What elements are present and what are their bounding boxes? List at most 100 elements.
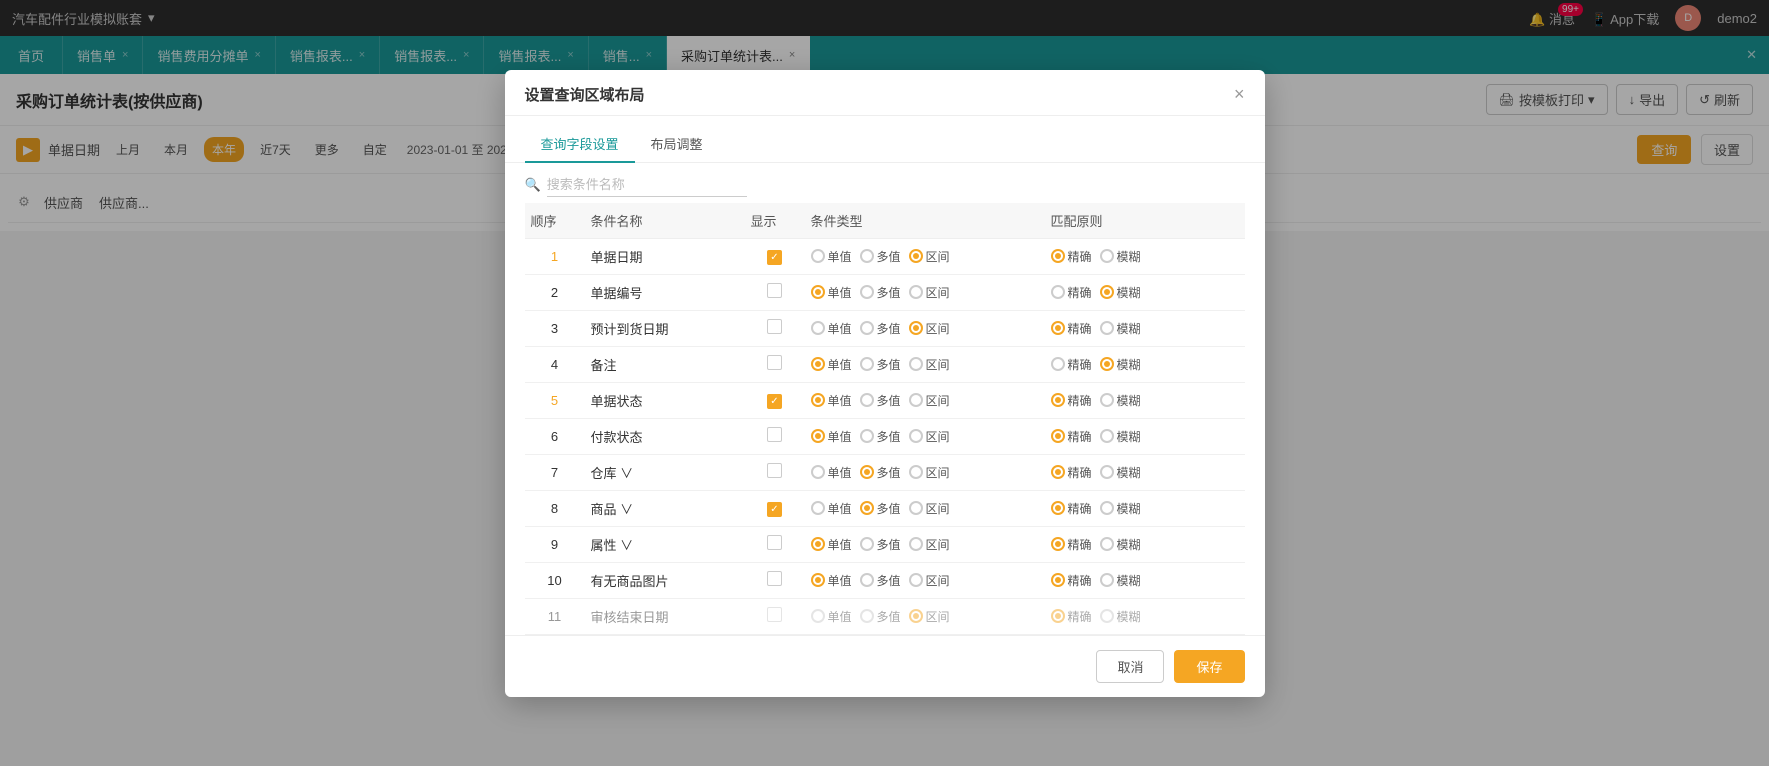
row-name: 商品 ∨ (585, 490, 745, 526)
modal-tab-query-fields[interactable]: 查询字段设置 (525, 126, 635, 163)
row-match-exact[interactable]: 精确 (1051, 464, 1092, 481)
row-type-single[interactable]: 单值 (811, 464, 852, 481)
row-type-range[interactable]: 区间 (909, 356, 950, 373)
row-match-exact[interactable]: 精确 (1051, 536, 1092, 553)
row-type-single[interactable]: 单值 (811, 500, 852, 517)
row-match-exact[interactable]: 精确 (1051, 284, 1092, 301)
row-type-single[interactable]: 单值 (811, 608, 852, 625)
modal-search-input[interactable] (547, 173, 747, 197)
row-display-cell (745, 310, 805, 346)
row-display-checkbox[interactable] (767, 463, 782, 478)
row-type-single[interactable]: 单值 (811, 536, 852, 553)
row-display-cell (745, 454, 805, 490)
row-match-fuzzy[interactable]: 模糊 (1100, 356, 1141, 373)
row-type-multi[interactable]: 多值 (860, 248, 901, 265)
modal-table-row: 3预计到货日期单值多值区间精确模糊 (525, 310, 1245, 346)
modal-table-row: 7仓库 ∨ 单值多值区间 精确模糊 (525, 454, 1245, 490)
modal-table-header-row: 顺序 条件名称 显示 条件类型 匹配原则 (525, 203, 1245, 239)
row-type-range[interactable]: 区间 (909, 392, 950, 409)
row-match-exact[interactable]: 精确 (1051, 500, 1092, 517)
row-match-rule: 精确模糊 (1045, 454, 1245, 490)
row-match-exact[interactable]: 精确 (1051, 392, 1092, 409)
row-type-range[interactable]: 区间 (909, 428, 950, 445)
row-display-checkbox[interactable] (767, 355, 782, 370)
row-match-exact[interactable]: 精确 (1051, 248, 1092, 265)
row-type-range[interactable]: 区间 (909, 608, 950, 625)
row-type-multi[interactable]: 多值 (860, 572, 901, 589)
modal-table-row: 9属性 ∨单值多值区间精确模糊 (525, 526, 1245, 562)
row-type-range[interactable]: 区间 (909, 536, 950, 553)
row-display-checkbox[interactable] (767, 535, 782, 550)
row-type-single[interactable]: 单值 (811, 572, 852, 589)
modal-close-button[interactable]: × (1234, 85, 1245, 103)
row-condition-type: 单值多值区间 (805, 310, 1045, 346)
row-condition-type: 单值多值区间 (805, 274, 1045, 310)
row-match-fuzzy[interactable]: 模糊 (1100, 320, 1141, 337)
row-match-rule: 精确模糊 (1045, 238, 1245, 274)
row-type-single[interactable]: 单值 (811, 284, 852, 301)
row-name: 审核结束日期 (585, 598, 745, 634)
modal-title: 设置查询区域布局 (525, 84, 645, 105)
modal-table-row: 11审核结束日期单值多值区间精确模糊 (525, 598, 1245, 634)
row-display-checkbox[interactable] (767, 571, 782, 586)
row-display-checkbox[interactable] (767, 427, 782, 442)
modal-table-row: 2单据编号单值多值区间精确模糊 (525, 274, 1245, 310)
row-type-range[interactable]: 区间 (909, 500, 950, 517)
row-name: 单据日期 (585, 238, 745, 274)
row-match-fuzzy[interactable]: 模糊 (1100, 284, 1141, 301)
row-match-fuzzy[interactable]: 模糊 (1100, 248, 1141, 265)
row-type-multi[interactable]: 多值 (860, 536, 901, 553)
row-type-multi[interactable]: 多值 (860, 284, 901, 301)
row-name: 备注 (585, 346, 745, 382)
col-name: 条件名称 (585, 203, 745, 239)
row-type-multi[interactable]: 多值 (860, 392, 901, 409)
row-match-fuzzy[interactable]: 模糊 (1100, 500, 1141, 517)
row-display-checkbox[interactable]: ✓ (767, 394, 782, 409)
modal-table-row: 5单据状态✓单值多值区间精确模糊 (525, 382, 1245, 418)
row-type-single[interactable]: 单值 (811, 392, 852, 409)
row-display-checkbox[interactable]: ✓ (767, 502, 782, 517)
row-type-range[interactable]: 区间 (909, 284, 950, 301)
row-type-single[interactable]: 单值 (811, 320, 852, 337)
row-match-exact[interactable]: 精确 (1051, 320, 1092, 337)
row-display-checkbox[interactable] (767, 283, 782, 298)
row-type-multi[interactable]: 多值 (860, 428, 901, 445)
row-match-fuzzy[interactable]: 模糊 (1100, 608, 1141, 625)
row-match-rule: 精确模糊 (1045, 598, 1245, 634)
row-match-exact[interactable]: 精确 (1051, 608, 1092, 625)
row-match-fuzzy[interactable]: 模糊 (1100, 464, 1141, 481)
row-condition-type: 单值多值区间 (805, 490, 1045, 526)
modal-overlay: 设置查询区域布局 × 查询字段设置 布局调整 🔍 顺序 条件名称 (0, 0, 1769, 766)
row-match-exact[interactable]: 精确 (1051, 428, 1092, 445)
row-condition-type: 单值多值区间 (805, 562, 1045, 598)
row-match-fuzzy[interactable]: 模糊 (1100, 428, 1141, 445)
row-type-single[interactable]: 单值 (811, 356, 852, 373)
row-display-checkbox[interactable] (767, 319, 782, 334)
row-type-multi[interactable]: 多值 (860, 320, 901, 337)
row-display-checkbox[interactable]: ✓ (767, 250, 782, 265)
row-match-exact[interactable]: 精确 (1051, 572, 1092, 589)
row-type-multi[interactable]: 多值 (860, 608, 901, 625)
cancel-button[interactable]: 取消 (1096, 650, 1164, 683)
save-button[interactable]: 保存 (1174, 650, 1244, 683)
row-type-range[interactable]: 区间 (909, 248, 950, 265)
modal-tab-layout-adjust[interactable]: 布局调整 (635, 126, 719, 163)
row-order: 7 (525, 454, 585, 490)
modal-tabs: 查询字段设置 布局调整 (505, 116, 1265, 163)
row-match-fuzzy[interactable]: 模糊 (1100, 572, 1141, 589)
row-type-range[interactable]: 区间 (909, 572, 950, 589)
row-type-single[interactable]: 单值 (811, 248, 852, 265)
row-match-exact[interactable]: 精确 (1051, 356, 1092, 373)
row-display-checkbox[interactable] (767, 607, 782, 622)
row-name: 仓库 ∨ (585, 454, 745, 490)
row-match-fuzzy[interactable]: 模糊 (1100, 536, 1141, 553)
row-type-single[interactable]: 单值 (811, 428, 852, 445)
row-condition-type: 单值多值区间 (805, 418, 1045, 454)
row-type-range[interactable]: 区间 (909, 464, 950, 481)
row-display-cell (745, 598, 805, 634)
row-type-multi[interactable]: 多值 (860, 464, 901, 481)
row-type-range[interactable]: 区间 (909, 320, 950, 337)
row-match-fuzzy[interactable]: 模糊 (1100, 392, 1141, 409)
row-type-multi[interactable]: 多值 (860, 356, 901, 373)
row-type-multi[interactable]: 多值 (860, 500, 901, 517)
